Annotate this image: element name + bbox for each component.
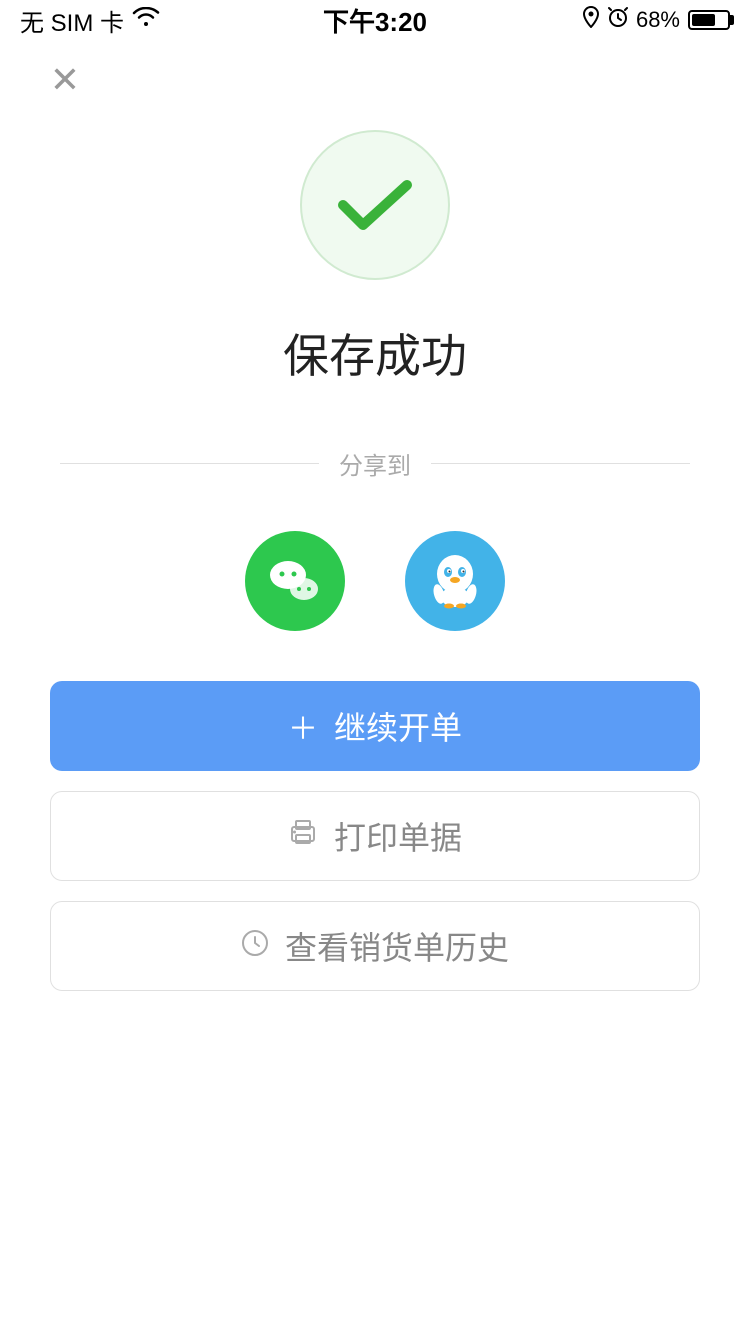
wechat-share-button[interactable]	[245, 531, 345, 631]
share-icons-row	[60, 531, 690, 631]
status-right: 68%	[582, 6, 730, 34]
history-button[interactable]: 查看销货单历史	[50, 901, 700, 991]
wifi-icon	[132, 6, 160, 34]
checkmark-icon	[335, 173, 415, 237]
share-section: 分享到	[0, 446, 750, 631]
continue-label: 继续开单	[334, 703, 462, 749]
divider-right	[431, 463, 690, 464]
divider-left	[60, 463, 319, 464]
history-label: 查看销货单历史	[285, 923, 509, 969]
share-label: 分享到	[339, 446, 411, 481]
print-icon	[288, 819, 318, 854]
clock-icon	[241, 929, 269, 964]
location-icon	[582, 6, 600, 34]
status-left: 无 SIM 卡	[20, 3, 160, 38]
success-title: 保存成功	[283, 320, 467, 386]
share-divider: 分享到	[60, 446, 690, 481]
status-time: 下午3:20	[323, 2, 427, 39]
battery-icon	[688, 10, 730, 30]
close-button[interactable]: ✕	[40, 55, 90, 105]
continue-button[interactable]: ＋ 继续开单	[50, 681, 700, 771]
print-button[interactable]: 打印单据	[50, 791, 700, 881]
actions-section: ＋ 继续开单 打印单据 查看销货单历史	[0, 681, 750, 991]
alarm-icon	[608, 6, 628, 34]
sim-status: 无 SIM 卡	[20, 3, 124, 38]
battery-percent: 68%	[636, 7, 680, 33]
qq-icon	[429, 552, 481, 610]
status-bar: 无 SIM 卡 下午3:20 68%	[0, 0, 750, 40]
success-icon-circle	[300, 130, 450, 280]
main-content: 保存成功 分享到	[0, 40, 750, 991]
wechat-icon	[266, 555, 324, 607]
print-label: 打印单据	[334, 813, 462, 859]
qq-share-button[interactable]	[405, 531, 505, 631]
plus-icon: ＋	[288, 704, 318, 748]
close-icon: ✕	[50, 62, 80, 98]
